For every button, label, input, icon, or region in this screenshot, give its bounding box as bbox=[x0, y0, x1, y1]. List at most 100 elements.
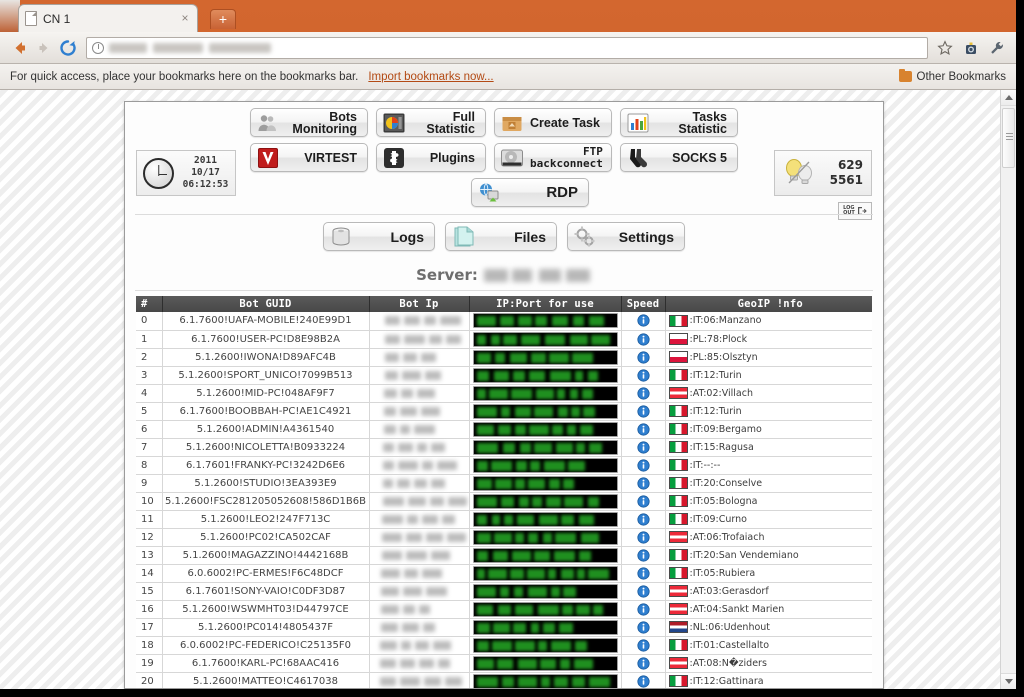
reload-button[interactable] bbox=[56, 36, 80, 60]
extension-icon[interactable] bbox=[960, 37, 982, 59]
info-icon[interactable] bbox=[636, 314, 650, 327]
col-ip-port[interactable]: IP:Port for use bbox=[469, 296, 622, 312]
import-bookmarks-link[interactable]: Import bookmarks now... bbox=[368, 71, 493, 83]
info-icon[interactable] bbox=[636, 440, 650, 454]
other-bookmarks-button[interactable]: Other Bookmarks bbox=[898, 68, 1006, 83]
table-row[interactable]: 7 5.1.2600!NICOLETTA!B0933224:IT:15:Ragus… bbox=[136, 438, 872, 457]
new-tab-button[interactable]: + bbox=[210, 9, 236, 29]
cell-speed[interactable] bbox=[621, 402, 666, 421]
info-icon[interactable] bbox=[636, 404, 650, 418]
table-row[interactable]: 12 5.1.2600!PC02!CA502CAF:AT:06:Trofaiach bbox=[136, 528, 872, 547]
col-index[interactable]: # bbox=[136, 296, 163, 312]
cell-speed[interactable] bbox=[621, 348, 666, 367]
scroll-down-button[interactable] bbox=[1001, 673, 1016, 689]
info-icon[interactable] bbox=[636, 548, 650, 562]
info-icon[interactable] bbox=[636, 602, 650, 616]
logs-button[interactable]: Logs bbox=[323, 222, 435, 251]
col-speed[interactable]: Speed bbox=[621, 296, 666, 312]
cell-speed[interactable] bbox=[621, 420, 666, 439]
cell-speed[interactable] bbox=[621, 582, 666, 601]
table-row[interactable]: 13 5.1.2600!MAGAZZINO!4442168B:IT:20:San … bbox=[136, 546, 872, 565]
cell-speed[interactable] bbox=[621, 474, 666, 493]
info-icon[interactable] bbox=[636, 566, 650, 580]
table-row[interactable]: 10 5.1.2600!FSC281205052608!586D1B6B:IT:0… bbox=[136, 492, 872, 511]
cell-speed[interactable] bbox=[621, 366, 666, 385]
ftp-backconnect-button[interactable]: FTP backconnect bbox=[494, 143, 612, 172]
info-icon[interactable] bbox=[636, 350, 650, 364]
logout-button[interactable]: LOG OUT bbox=[838, 202, 872, 220]
plugins-button[interactable]: Plugins bbox=[376, 143, 486, 172]
info-icon[interactable] bbox=[636, 368, 650, 382]
info-icon[interactable] bbox=[636, 620, 650, 634]
col-geoip[interactable]: GeoIP !nfo bbox=[665, 296, 872, 312]
table-row[interactable]: 18 6.0.6002!PC-FEDERICO!C25135F0:IT:01:Ca… bbox=[136, 636, 872, 655]
cell-bot-guid: 5.1.2600!LEO2!247F713C bbox=[162, 510, 370, 529]
table-row[interactable]: 4 5.1.2600!MID-PC!048AF9F7:AT:02:Villach bbox=[136, 384, 872, 403]
bookmark-star-icon[interactable] bbox=[934, 37, 956, 59]
rdp-button[interactable]: RDP bbox=[471, 178, 589, 207]
table-row[interactable]: 3 5.1.2600!SPORT_UNICO!7099B513:IT:12:Tur… bbox=[136, 366, 872, 385]
info-icon[interactable] bbox=[636, 476, 650, 490]
info-icon[interactable] bbox=[636, 512, 650, 526]
forward-button[interactable] bbox=[32, 36, 56, 60]
vertical-scrollbar[interactable] bbox=[1000, 90, 1016, 689]
info-icon[interactable] bbox=[636, 386, 650, 400]
table-row[interactable]: 17 5.1.2600!PC014!4805437F:NL:06:Udenhout bbox=[136, 618, 872, 637]
info-icon[interactable] bbox=[636, 656, 650, 670]
back-button[interactable] bbox=[8, 36, 32, 60]
table-row[interactable]: 2 5.1.2600!IWONA!D89AFC4B:PL:85:Olsztyn bbox=[136, 348, 872, 367]
cell-speed[interactable] bbox=[621, 456, 666, 475]
flag-it-icon bbox=[668, 314, 688, 327]
wrench-icon[interactable] bbox=[986, 37, 1008, 59]
socks5-button[interactable]: SOCKS 5 bbox=[620, 143, 738, 172]
table-row[interactable]: 6 5.1.2600!ADMIN!A4361540:IT:09:Bergamo bbox=[136, 420, 872, 439]
bots-monitoring-button[interactable]: Bots Monitoring bbox=[250, 108, 368, 137]
cell-speed[interactable] bbox=[621, 438, 666, 457]
cell-speed[interactable] bbox=[621, 546, 666, 565]
address-bar[interactable] bbox=[86, 36, 928, 59]
full-statistic-button[interactable]: Full Statistic bbox=[376, 108, 486, 137]
info-icon[interactable] bbox=[636, 458, 650, 472]
table-row[interactable]: 20 5.1.2600!MATTEO!C4617038:IT:12:Gattina… bbox=[136, 672, 872, 688]
settings-button[interactable]: Settings bbox=[567, 222, 685, 251]
info-icon[interactable] bbox=[636, 494, 650, 508]
create-task-button[interactable]: Create Task bbox=[494, 108, 612, 137]
cell-speed[interactable] bbox=[621, 528, 666, 547]
files-button[interactable]: Files bbox=[445, 222, 557, 251]
browser-tab[interactable]: CN 1 × bbox=[18, 4, 198, 32]
table-row[interactable]: 5 6.1.7600!BOOBBAH-PC!AE1C4921:IT:12:Turi… bbox=[136, 402, 872, 421]
table-row[interactable]: 11 5.1.2600!LEO2!247F713C:IT:09:Curno bbox=[136, 510, 872, 529]
cell-speed[interactable] bbox=[621, 654, 666, 673]
cell-speed[interactable] bbox=[621, 636, 666, 655]
info-icon[interactable] bbox=[636, 638, 650, 652]
cell-speed[interactable] bbox=[621, 618, 666, 637]
info-icon[interactable] bbox=[636, 530, 650, 544]
cell-speed[interactable] bbox=[621, 312, 666, 331]
info-icon[interactable] bbox=[636, 584, 650, 598]
table-row[interactable]: 8 6.1.7601!FRANKY-PC!3242D6E6:IT:--:-- bbox=[136, 456, 872, 475]
cell-speed[interactable] bbox=[621, 600, 666, 619]
scroll-up-button[interactable] bbox=[1001, 90, 1016, 106]
table-row[interactable]: 14 6.0.6002!PC-ERMES!F6C48DCF:IT:05:Rubie… bbox=[136, 564, 872, 583]
table-row[interactable]: 0 6.1.7600!UAFA-MOBILE!240E99D1:IT:06:Man… bbox=[136, 312, 872, 331]
tasks-statistic-button[interactable]: Tasks Statistic bbox=[620, 108, 738, 137]
table-row[interactable]: 15 6.1.7601!SONY-VAIO!C0DF3D87:AT:03:Gera… bbox=[136, 582, 872, 601]
table-row[interactable]: 1 6.1.7600!USER-PC!D8E98B2A:PL:78:Plock bbox=[136, 330, 872, 349]
table-row[interactable]: 9 5.1.2600!STUDIO!3EA393E9:IT:20:Conselve bbox=[136, 474, 872, 493]
cell-speed[interactable] bbox=[621, 330, 666, 349]
cell-speed[interactable] bbox=[621, 492, 666, 511]
col-bot-ip[interactable]: Bot Ip bbox=[369, 296, 470, 312]
close-icon[interactable]: × bbox=[179, 12, 191, 25]
cell-speed[interactable] bbox=[621, 564, 666, 583]
table-row[interactable]: 19 6.1.7600!KARL-PC!68AAC416:AT:08:N�zide… bbox=[136, 654, 872, 673]
scrollbar-thumb[interactable] bbox=[1002, 108, 1015, 168]
info-icon[interactable] bbox=[636, 332, 650, 346]
cell-speed[interactable] bbox=[621, 384, 666, 403]
cell-speed[interactable] bbox=[621, 672, 666, 688]
table-row[interactable]: 16 5.1.2600!WSWMHT03!D44797CE:AT:04:Sankt… bbox=[136, 600, 872, 619]
info-icon[interactable] bbox=[636, 674, 650, 688]
cell-speed[interactable] bbox=[621, 510, 666, 529]
col-bot-guid[interactable]: Bot GUID bbox=[162, 296, 370, 312]
info-icon[interactable] bbox=[636, 422, 650, 436]
virtest-button[interactable]: VIRTEST bbox=[250, 143, 368, 172]
